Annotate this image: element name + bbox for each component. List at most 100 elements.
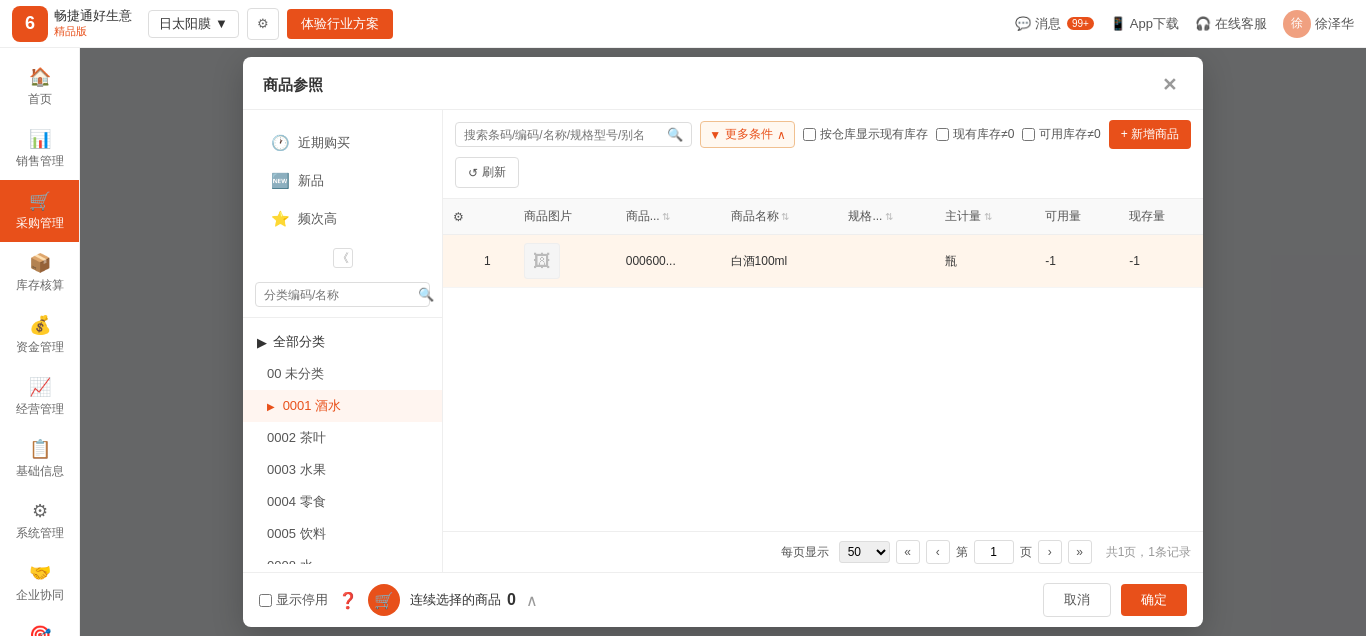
- checkbox-stock-nonzero[interactable]: 现有库存≠0: [936, 126, 1014, 143]
- row-stock: -1: [1119, 235, 1203, 288]
- table-row[interactable]: 1 🖼 000600... 白酒100ml: [443, 235, 1203, 288]
- cart-button[interactable]: 🛒: [368, 584, 400, 616]
- frequent-item[interactable]: ⭐ 频次高: [259, 203, 426, 235]
- category-00[interactable]: 00 未分类: [243, 358, 442, 390]
- show-disabled-input[interactable]: [259, 594, 272, 607]
- inventory-icon: 📦: [29, 252, 51, 274]
- row-spec: [838, 235, 935, 288]
- first-page-button[interactable]: «: [896, 540, 920, 564]
- sidebar-item-home[interactable]: 🏠 首页: [0, 56, 79, 118]
- modal-title: 商品参照: [263, 76, 323, 95]
- category-0002[interactable]: 0002 茶叶: [243, 422, 442, 454]
- col-code[interactable]: 商品...: [616, 199, 721, 235]
- sidebar-item-guide[interactable]: 🎯 新手引导: [0, 614, 79, 636]
- footer-collapse-button[interactable]: ∧: [526, 591, 538, 610]
- settings-button[interactable]: ⚙: [247, 8, 279, 40]
- modal-footer: 显示停用 ❓ 🛒 连续选择的商品 0 ∧ 取消 确定: [243, 572, 1203, 627]
- product-search-box[interactable]: 🔍: [455, 122, 692, 147]
- experience-button[interactable]: 体验行业方案: [287, 9, 393, 39]
- row-name: 白酒100ml: [721, 235, 839, 288]
- basic-icon: 📋: [29, 438, 51, 460]
- message-icon: 💬: [1015, 16, 1031, 31]
- user-menu[interactable]: 徐 徐泽华: [1283, 10, 1354, 38]
- refresh-button[interactable]: ↺ 刷新: [455, 157, 519, 188]
- nav-selector[interactable]: 日太阳膜 ▼: [148, 10, 239, 38]
- cancel-button[interactable]: 取消: [1043, 583, 1111, 617]
- collapse-button[interactable]: 《: [333, 248, 353, 268]
- sidebar: 🏠 首页 📊 销售管理 🛒 采购管理 📦 库存核算 💰 资金管理 📈 经营管理 …: [0, 48, 80, 636]
- category-0004[interactable]: 0004 零食: [243, 486, 442, 518]
- checkbox-warehouse-input[interactable]: [803, 128, 816, 141]
- logo-area: 6 畅捷通好生意 精品版: [12, 6, 132, 42]
- image-placeholder-icon: 🖼: [533, 251, 551, 272]
- sidebar-item-basic[interactable]: 📋 基础信息: [0, 428, 79, 490]
- search-icon: 🔍: [667, 127, 683, 142]
- row-code: 000600...: [616, 235, 721, 288]
- last-page-button[interactable]: »: [1068, 540, 1092, 564]
- category-0001[interactable]: 0001 酒水: [243, 390, 442, 422]
- recent-purchase-item[interactable]: 🕐 近期购买: [259, 127, 426, 159]
- recent-icon: 🕐: [271, 134, 290, 152]
- guide-icon: 🎯: [29, 624, 51, 636]
- product-image: 🖼: [524, 243, 560, 279]
- product-table-container: ⚙ 商品图片 商品... 商品名称 规格... 主计量 可用量 现存量: [443, 199, 1203, 531]
- enterprise-icon: 🤝: [29, 562, 51, 584]
- nav-right: 💬 消息 99+ 📱 App下载 🎧 在线客服 徐 徐泽华: [1015, 10, 1354, 38]
- divider: [243, 317, 442, 318]
- col-settings[interactable]: ⚙: [443, 199, 474, 235]
- app-download-button[interactable]: 📱 App下载: [1110, 15, 1179, 33]
- checkbox-stock-nonzero-input[interactable]: [936, 128, 949, 141]
- category-0005[interactable]: 0005 饮料: [243, 518, 442, 550]
- operation-icon: 📈: [29, 376, 51, 398]
- sidebar-item-finance[interactable]: 💰 资金管理: [0, 304, 79, 366]
- col-spec[interactable]: 规格...: [838, 199, 935, 235]
- expand-icon: ▶: [257, 335, 267, 350]
- next-page-button[interactable]: ›: [1038, 540, 1062, 564]
- checkbox-warehouse[interactable]: 按仓库显示现有库存: [803, 126, 928, 143]
- modal-close-button[interactable]: ✕: [1155, 71, 1183, 99]
- sidebar-item-operation[interactable]: 📈 经营管理: [0, 366, 79, 428]
- prev-page-button[interactable]: ‹: [926, 540, 950, 564]
- col-unit[interactable]: 主计量: [935, 199, 1035, 235]
- row-img: 🖼: [514, 235, 616, 288]
- headset-icon: 🎧: [1195, 16, 1211, 31]
- top-nav: 6 畅捷通好生意 精品版 日太阳膜 ▼ ⚙ 体验行业方案 💬 消息 99+ 📱 …: [0, 0, 1366, 48]
- pagination: 每页显示 50 100 « ‹ 第 页 › » 共: [443, 531, 1203, 572]
- show-disabled-checkbox[interactable]: 显示停用: [259, 591, 328, 609]
- per-page-select[interactable]: 50 100: [839, 541, 890, 563]
- messages-button[interactable]: 💬 消息 99+: [1015, 15, 1094, 33]
- col-img: 商品图片: [514, 199, 616, 235]
- table-header-row: ⚙ 商品图片 商品... 商品名称 规格... 主计量 可用量 现存量: [443, 199, 1203, 235]
- category-all[interactable]: ▶ 全部分类: [243, 326, 442, 358]
- checkbox-available-nonzero-input[interactable]: [1022, 128, 1035, 141]
- product-search-input[interactable]: [464, 128, 667, 142]
- modal-overlay: 商品参照 ✕ 🕐 近期购买 🆕: [80, 48, 1366, 636]
- new-product-item[interactable]: 🆕 新品: [259, 165, 426, 197]
- confirm-button[interactable]: 确定: [1121, 584, 1187, 616]
- home-icon: 🏠: [29, 66, 51, 88]
- category-0008[interactable]: 0008 水: [243, 550, 442, 564]
- avatar: 徐: [1283, 10, 1311, 38]
- quick-access: 🕐 近期购买 🆕 新品 ⭐ 频次高: [243, 118, 442, 244]
- cart-icon: 🛒: [374, 591, 394, 610]
- col-name[interactable]: 商品名称: [721, 199, 839, 235]
- sidebar-item-inventory[interactable]: 📦 库存核算: [0, 242, 79, 304]
- sidebar-item-sales[interactable]: 📊 销售管理: [0, 118, 79, 180]
- help-button[interactable]: ❓: [338, 591, 358, 610]
- online-service-button[interactable]: 🎧 在线客服: [1195, 15, 1267, 33]
- category-list: ▶ 全部分类 00 未分类 0001 酒水 0002 茶叶: [243, 322, 442, 564]
- selection-info: 连续选择的商品 0: [410, 591, 516, 609]
- checkbox-available-nonzero[interactable]: 可用库存≠0: [1022, 126, 1100, 143]
- sidebar-item-system[interactable]: ⚙ 系统管理: [0, 490, 79, 552]
- page-input[interactable]: [974, 540, 1014, 564]
- category-0003[interactable]: 0003 水果: [243, 454, 442, 486]
- sidebar-item-purchase[interactable]: 🛒 采购管理: [0, 180, 79, 242]
- modal-body: 🕐 近期购买 🆕 新品 ⭐ 频次高: [243, 110, 1203, 572]
- modal-toolbar: 🔍 ▼ 更多条件 ∧ 按仓库显示现有库存: [443, 110, 1203, 199]
- filter-button[interactable]: ▼ 更多条件 ∧: [700, 121, 795, 148]
- add-product-button[interactable]: + 新增商品: [1109, 120, 1191, 149]
- sidebar-item-enterprise[interactable]: 🤝 企业协同: [0, 552, 79, 614]
- category-search-box[interactable]: 🔍: [255, 282, 430, 307]
- category-search-input[interactable]: [264, 288, 414, 302]
- refresh-icon: ↺: [468, 166, 478, 180]
